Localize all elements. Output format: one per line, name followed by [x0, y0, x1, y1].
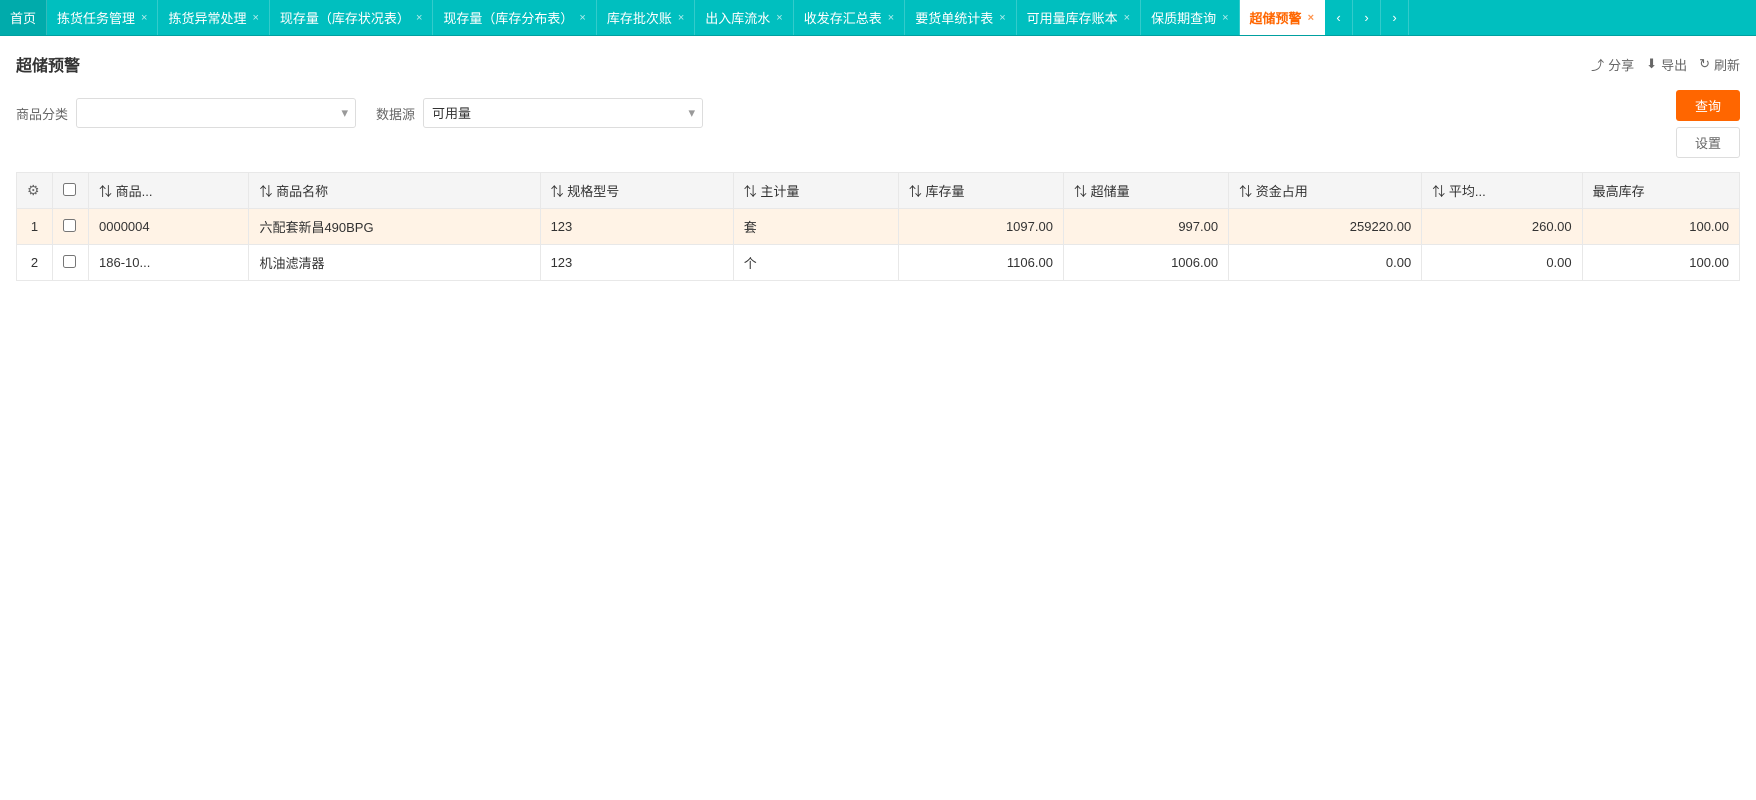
page-header: 超储预警 ⤴ 分享 ⬇ 导出 ↻ 刷新	[16, 52, 1740, 76]
datasource-select-wrapper: 可用量	[423, 98, 703, 128]
nav-close-expiry[interactable]: ×	[1222, 12, 1228, 24]
nav-close-summary[interactable]: ×	[888, 12, 894, 24]
row-stock: 1097.00	[898, 209, 1063, 245]
table-row: 2 186-10... 机油滤清器 123 个 1106.00 1006.00 …	[17, 245, 1740, 281]
nav-stock-status[interactable]: 现存量（库存状况表） ×	[270, 0, 433, 35]
share-button[interactable]: ⤴ 分享	[1591, 55, 1634, 74]
category-select[interactable]	[76, 98, 356, 128]
th-name[interactable]: ⇅ 商品名称	[249, 173, 540, 209]
row-spec: 123	[540, 245, 733, 281]
row-unit: 套	[733, 209, 898, 245]
th-settings: ⚙	[17, 173, 53, 209]
th-code[interactable]: ⇅ 商品...	[89, 173, 249, 209]
nav-inout-flow[interactable]: 出入库流水 ×	[695, 0, 793, 35]
export-icon: ⬇	[1646, 56, 1657, 72]
row-code: 186-10...	[89, 245, 249, 281]
share-icon: ⤴	[1591, 55, 1604, 74]
nav-close-available-stock[interactable]: ×	[1124, 12, 1130, 24]
nav-available-stock[interactable]: 可用量库存账本 ×	[1017, 0, 1141, 35]
datasource-select[interactable]: 可用量	[423, 98, 703, 128]
select-all-checkbox[interactable]	[63, 183, 76, 196]
row-num: 2	[17, 245, 53, 281]
export-button[interactable]: ⬇ 导出	[1646, 55, 1687, 74]
row-overstock: 997.00	[1063, 209, 1228, 245]
nav-order-stats[interactable]: 要货单统计表 ×	[905, 0, 1016, 35]
main-content: 超储预警 ⤴ 分享 ⬇ 导出 ↻ 刷新 商品分类	[0, 36, 1756, 800]
row-spec: 123	[540, 209, 733, 245]
row-avg: 260.00	[1422, 209, 1582, 245]
nav-close-batch-account[interactable]: ×	[678, 12, 684, 24]
settings-button[interactable]: 设置	[1676, 127, 1740, 158]
th-checkbox	[53, 173, 89, 209]
row-name: 机油滤清器	[249, 245, 540, 281]
th-max-stock: 最高库存	[1582, 173, 1739, 209]
nav-summary[interactable]: 收发存汇总表 ×	[794, 0, 905, 35]
nav-close-pick-exception[interactable]: ×	[252, 12, 258, 24]
page-title: 超储预警	[16, 52, 80, 76]
row-checkbox[interactable]	[63, 255, 76, 268]
nav-prev-arrow[interactable]: ‹	[1325, 0, 1353, 35]
data-table: ⚙ ⇅ 商品... ⇅ 商品名称 ⇅ 规格型号 ⇅	[16, 172, 1740, 281]
row-num: 1	[17, 209, 53, 245]
row-avg: 0.00	[1422, 245, 1582, 281]
nav-close-inout-flow[interactable]: ×	[776, 12, 782, 24]
nav-more-arrow[interactable]: ›	[1381, 0, 1409, 35]
gear-icon[interactable]: ⚙	[27, 182, 40, 198]
nav-close-overstock[interactable]: ×	[1308, 12, 1314, 24]
nav-pick-exception[interactable]: 拣货异常处理 ×	[158, 0, 269, 35]
nav-next-arrow[interactable]: ›	[1353, 0, 1381, 35]
th-capital[interactable]: ⇅ 资金占用	[1229, 173, 1422, 209]
category-select-wrapper	[76, 98, 356, 128]
nav-expiry[interactable]: 保质期查询 ×	[1141, 0, 1239, 35]
nav-home[interactable]: 首页	[0, 0, 47, 35]
nav-overstock[interactable]: 超储预警 ×	[1240, 0, 1325, 35]
nav-stock-dist[interactable]: 现存量（库存分布表） ×	[433, 0, 596, 35]
category-label: 商品分类	[16, 104, 68, 123]
datasource-label: 数据源	[376, 104, 415, 123]
th-spec[interactable]: ⇅ 规格型号	[540, 173, 733, 209]
th-unit[interactable]: ⇅ 主计量	[733, 173, 898, 209]
nav-close-stock-dist[interactable]: ×	[579, 12, 585, 24]
row-capital: 0.00	[1229, 245, 1422, 281]
header-actions: ⤴ 分享 ⬇ 导出 ↻ 刷新	[1591, 55, 1740, 74]
row-max-stock: 100.00	[1582, 209, 1739, 245]
row-max-stock: 100.00	[1582, 245, 1739, 281]
row-checkbox-cell	[53, 209, 89, 245]
th-stock[interactable]: ⇅ 库存量	[898, 173, 1063, 209]
nav-batch-account[interactable]: 库存批次账 ×	[597, 0, 695, 35]
row-capital: 259220.00	[1229, 209, 1422, 245]
row-checkbox-cell	[53, 245, 89, 281]
refresh-icon: ↻	[1699, 56, 1710, 72]
table-row: 1 0000004 六配套新昌490BPG 123 套 1097.00 997.…	[17, 209, 1740, 245]
th-avg[interactable]: ⇅ 平均...	[1422, 173, 1582, 209]
row-stock: 1106.00	[898, 245, 1063, 281]
nav-pick-task[interactable]: 拣货任务管理 ×	[47, 0, 158, 35]
th-overstock[interactable]: ⇅ 超储量	[1063, 173, 1228, 209]
row-checkbox[interactable]	[63, 219, 76, 232]
nav-close-pick-task[interactable]: ×	[141, 12, 147, 24]
refresh-button[interactable]: ↻ 刷新	[1699, 55, 1740, 74]
row-unit: 个	[733, 245, 898, 281]
nav-close-stock-status[interactable]: ×	[416, 12, 422, 24]
row-overstock: 1006.00	[1063, 245, 1228, 281]
top-navigation: 首页 拣货任务管理 × 拣货异常处理 × 现存量（库存状况表） × 现存量（库存…	[0, 0, 1756, 36]
row-name: 六配套新昌490BPG	[249, 209, 540, 245]
filter-actions: 查询 设置	[1676, 90, 1740, 158]
nav-close-order-stats[interactable]: ×	[999, 12, 1005, 24]
row-code: 0000004	[89, 209, 249, 245]
category-filter: 商品分类	[16, 98, 356, 128]
datasource-filter: 数据源 可用量	[376, 98, 703, 128]
table-header-row: ⚙ ⇅ 商品... ⇅ 商品名称 ⇅ 规格型号 ⇅	[17, 173, 1740, 209]
query-button[interactable]: 查询	[1676, 90, 1740, 121]
